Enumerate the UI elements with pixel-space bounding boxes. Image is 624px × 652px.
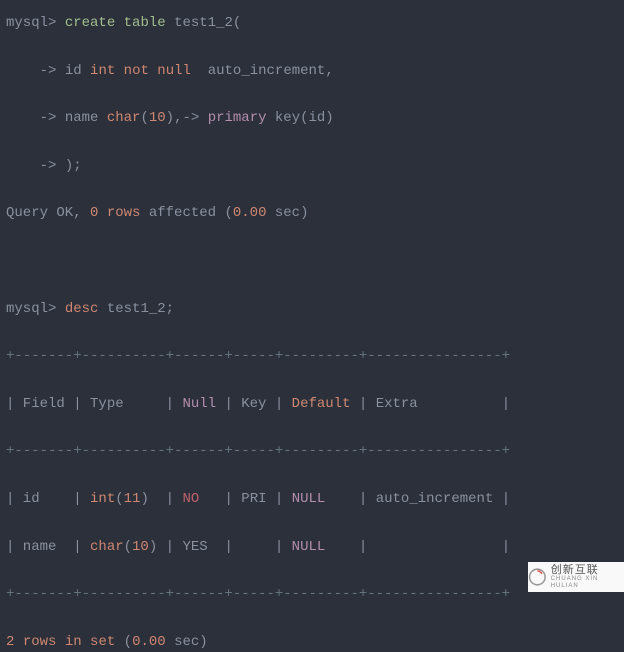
paren: ),->	[166, 110, 200, 126]
prompt: mysql>	[6, 15, 56, 31]
table-header: | Field | Type | Null | Key | Default | …	[6, 395, 618, 415]
watermark-badge: 创新互联 CHUANG XIN HULIAN	[528, 562, 624, 592]
code-line-create-1: mysql> create table test1_2(	[6, 14, 618, 34]
cont-prompt: ->	[6, 110, 56, 126]
column-name: name	[65, 110, 99, 126]
keyword-rows: rows	[23, 634, 57, 650]
table-divider: +-------+----------+------+-----+-------…	[6, 585, 618, 605]
cont-prompt: ->	[6, 63, 56, 79]
type-char: char	[107, 110, 141, 126]
number: 11	[124, 491, 141, 507]
text: | |	[325, 539, 510, 555]
text: sec)	[266, 205, 308, 221]
keyword-desc: desc	[65, 301, 99, 317]
text: | PRI |	[199, 491, 291, 507]
keyword-in: in	[65, 634, 82, 650]
watermark-brand-cn: 创新互联	[551, 564, 624, 576]
value-no: NO	[182, 491, 199, 507]
text: | Key |	[216, 396, 292, 412]
identifier: test1_2;	[107, 301, 174, 317]
paren: (	[124, 539, 132, 555]
code-line-desc: mysql> desc test1_2;	[6, 300, 618, 320]
keyword-table: table	[124, 15, 166, 31]
keyword-not: not	[124, 63, 149, 79]
prompt: mysql>	[6, 301, 56, 317]
number: 10	[132, 539, 149, 555]
header-null: Null	[182, 396, 216, 412]
text: Query OK,	[6, 205, 90, 221]
keyword-primary: primary	[208, 110, 267, 126]
table-divider: +-------+----------+------+-----+-------…	[6, 442, 618, 462]
number: 10	[149, 110, 166, 126]
text: auto_increment,	[191, 63, 334, 79]
text: | Field | Type |	[6, 396, 182, 412]
keyword-create: create	[65, 15, 115, 31]
text: affected (	[140, 205, 232, 221]
table-row: | id | int(11) | NO | PRI | NULL | auto_…	[6, 490, 618, 510]
table-divider: +-------+----------+------+-----+-------…	[6, 347, 618, 367]
identifier: test1_2(	[174, 15, 241, 31]
code-line-create-3: -> name char(10),-> primary key(id)	[6, 109, 618, 129]
text: sec)	[166, 634, 208, 650]
watermark-line1: CHUANG XIN HULIAN	[551, 576, 624, 589]
text: | YES | |	[157, 539, 291, 555]
text: | id |	[6, 491, 90, 507]
text: |	[149, 491, 183, 507]
paren: )	[149, 539, 157, 555]
table-row: | name | char(10) | YES | | NULL | |	[6, 538, 618, 558]
value-null: NULL	[292, 539, 326, 555]
text: | Extra |	[350, 396, 510, 412]
query-ok-line: Query OK, 0 rows affected (0.00 sec)	[6, 204, 618, 224]
text: | auto_increment |	[325, 491, 510, 507]
type: char	[90, 539, 124, 555]
text: (	[115, 634, 132, 650]
watermark-text: 创新互联 CHUANG XIN HULIAN	[551, 564, 624, 589]
type: int	[90, 491, 115, 507]
text: | name |	[6, 539, 90, 555]
number: 0.00	[132, 634, 166, 650]
code-line-create-4: -> );	[6, 157, 618, 177]
paren: (	[115, 491, 123, 507]
text: );	[65, 158, 82, 174]
keyword-set: set	[90, 634, 115, 650]
header-default: Default	[292, 396, 351, 412]
blank-line	[6, 252, 618, 272]
column-name: id	[65, 63, 82, 79]
type-int: int	[90, 63, 115, 79]
text: key(id)	[267, 110, 334, 126]
paren: )	[140, 491, 148, 507]
keyword-rows: rows	[107, 205, 141, 221]
rows-in-set-line: 2 rows in set (0.00 sec)	[6, 633, 618, 652]
keyword-null: null	[157, 63, 191, 79]
code-line-create-2: -> id int not null auto_increment,	[6, 62, 618, 82]
cont-prompt: ->	[6, 158, 56, 174]
watermark-icon	[528, 567, 547, 587]
number: 0.00	[233, 205, 267, 221]
number: 2	[6, 634, 14, 650]
paren: (	[140, 110, 148, 126]
value-null: NULL	[292, 491, 326, 507]
